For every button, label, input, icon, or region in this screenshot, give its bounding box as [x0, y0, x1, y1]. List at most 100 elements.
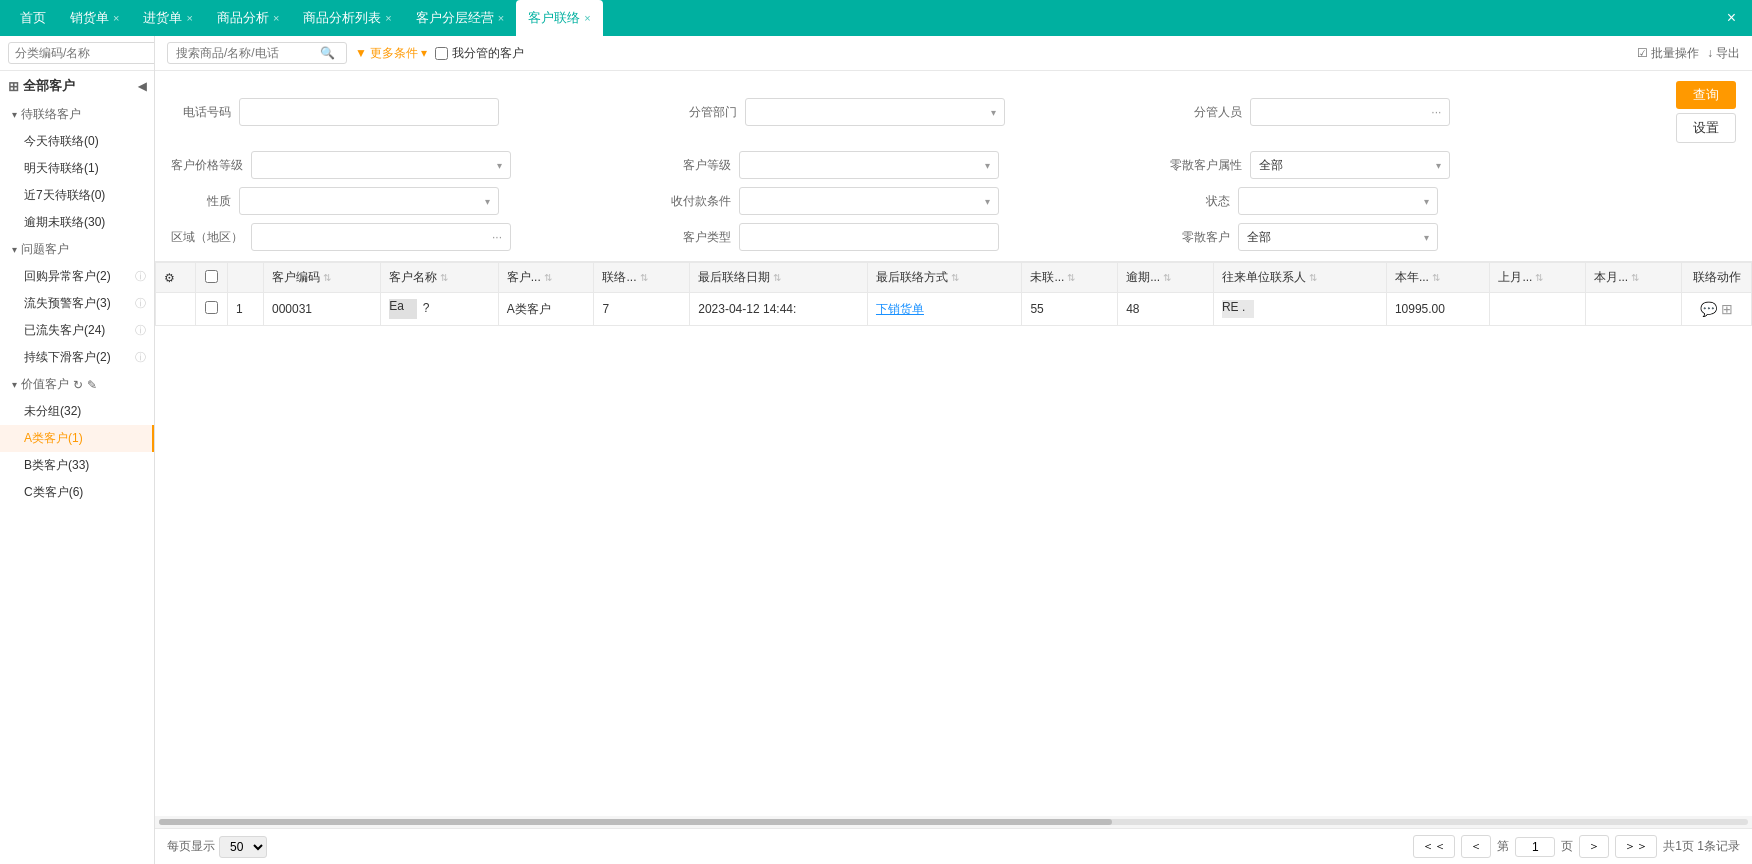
sidebar-item-class-b[interactable]: B类客户(33) — [0, 452, 154, 479]
my-customer-checkbox[interactable]: 我分管的客户 — [435, 45, 524, 62]
sidebar-item-7days[interactable]: 近7天待联络(0) — [0, 182, 154, 209]
sidebar-item-abnormal-repurchase[interactable]: 回购异常客户(2) ⓘ — [0, 263, 154, 290]
sidebar-item-churned[interactable]: 已流失客户(24) ⓘ — [0, 317, 154, 344]
sidebar-search-input[interactable] — [8, 42, 155, 64]
filter-phone-label: 电话号码 — [171, 104, 231, 121]
nav-sales[interactable]: 销货单 × — [58, 0, 131, 36]
problem-customers-group[interactable]: ▾ 问题客户 — [0, 236, 154, 263]
select-all-checkbox[interactable] — [205, 270, 218, 283]
page-first-btn[interactable]: ＜＜ — [1413, 835, 1455, 858]
th-contact-count[interactable]: 联络... ⇅ — [594, 263, 690, 293]
info-icon-3: ⓘ — [135, 323, 146, 338]
dots-icon[interactable]: ··· — [1431, 105, 1441, 119]
query-button[interactable]: 查询 — [1676, 81, 1736, 109]
filter-retail-attr-select[interactable]: 全部 ▾ — [1250, 151, 1450, 179]
sidebar-item-churn-warning[interactable]: 流失预警客户(3) ⓘ — [0, 290, 154, 317]
th-customer-type-label: 客户... — [507, 269, 541, 286]
settings-icon[interactable]: ⚙ — [164, 271, 175, 285]
filter-dept-label: 分管部门 — [677, 104, 737, 121]
filter-retail-select[interactable]: 全部 ▾ — [1238, 223, 1438, 251]
qr-icon[interactable]: ⊞ — [1721, 301, 1733, 317]
filter-customer-type: 客户类型 — [671, 223, 1147, 251]
value-customers-group[interactable]: ▾ 价值客户 ↻ ✎ — [0, 371, 154, 398]
horizontal-scrollbar[interactable] — [155, 816, 1752, 828]
setting-button[interactable]: 设置 — [1676, 113, 1736, 143]
pending-contact-group[interactable]: ▾ 待联络客户 — [0, 101, 154, 128]
sidebar-item-class-a[interactable]: A类客户(1) — [0, 425, 154, 452]
sort-icon-9: ⇅ — [1309, 272, 1317, 283]
nav-customer-tier[interactable]: 客户分层经营 × — [404, 0, 516, 36]
page-prev-btn[interactable]: ＜ — [1461, 835, 1491, 858]
nav-purchase[interactable]: 进货单 × — [131, 0, 204, 36]
refresh-icon[interactable]: ↻ — [73, 378, 83, 392]
edit-icon[interactable]: ✎ — [87, 378, 97, 392]
sidebar-item-today[interactable]: 今天待联络(0) — [0, 128, 154, 155]
all-customers-header[interactable]: ⊞ 全部客户 ◀ — [0, 71, 154, 101]
filter-nature-select[interactable]: ▾ — [239, 187, 499, 215]
export-btn[interactable]: ↓ 导出 — [1707, 45, 1740, 62]
th-this-year-label: 本年... — [1395, 269, 1429, 286]
collapse-icon[interactable]: ◀ — [138, 80, 146, 93]
th-this-year[interactable]: 本年... ⇅ — [1386, 263, 1490, 293]
th-no-contact[interactable]: 未联... ⇅ — [1022, 263, 1118, 293]
nav-customer-tier-close[interactable]: × — [498, 12, 504, 24]
batch-op-btn[interactable]: ☑ 批量操作 — [1637, 45, 1699, 62]
filter-dept-select[interactable]: ▾ — [745, 98, 1005, 126]
sidebar-item-declining[interactable]: 持续下滑客户(2) ⓘ — [0, 344, 154, 371]
th-checkbox[interactable] — [196, 263, 228, 293]
sidebar-item-ungrouped[interactable]: 未分组(32) — [0, 398, 154, 425]
td-last-contact-method[interactable]: 下销货单 — [867, 293, 1021, 326]
nav-product-analysis[interactable]: 商品分析 × — [205, 0, 291, 36]
nav-purchase-close[interactable]: × — [186, 12, 192, 24]
nav-home[interactable]: 首页 — [8, 0, 58, 36]
th-customer-name[interactable]: 客户名称 ⇅ — [381, 263, 498, 293]
th-customer-type[interactable]: 客户... ⇅ — [498, 263, 594, 293]
toolbar-search-icon[interactable]: 🔍 — [320, 46, 335, 60]
th-company-contact-label: 往来单位联系人 — [1222, 269, 1306, 286]
filter-manager-select[interactable]: ··· — [1250, 98, 1450, 126]
sidebar-item-class-c[interactable]: C类客户(6) — [0, 479, 154, 506]
th-settings[interactable]: ⚙ — [156, 263, 196, 293]
nav-product-analysis-close[interactable]: × — [273, 12, 279, 24]
th-last-month[interactable]: 上月... ⇅ — [1490, 263, 1586, 293]
nav-customer-contact[interactable]: 客户联络 × — [516, 0, 602, 36]
row-checkbox[interactable] — [205, 301, 218, 314]
th-overdue[interactable]: 逾期... ⇅ — [1118, 263, 1214, 293]
sidebar-item-tomorrow[interactable]: 明天待联络(1) — [0, 155, 154, 182]
th-last-contact-date[interactable]: 最后联络日期 ⇅ — [690, 263, 868, 293]
filter-btn[interactable]: ▼ 更多条件 ▾ — [355, 45, 427, 62]
nav-close-all[interactable]: × — [1719, 5, 1744, 31]
th-last-contact-date-label: 最后联络日期 — [698, 269, 770, 286]
th-last-contact-method[interactable]: 最后联络方式 ⇅ — [867, 263, 1021, 293]
toolbar-search-input[interactable] — [176, 46, 316, 60]
sort-icon-3: ⇅ — [544, 272, 552, 283]
td-checkbox[interactable] — [196, 293, 228, 326]
sidebar-item-overdue[interactable]: 逾期未联络(30) — [0, 209, 154, 236]
message-icon[interactable]: 💬 — [1700, 301, 1717, 317]
filter-status-select[interactable]: ▾ — [1238, 187, 1438, 215]
scrollbar-thumb[interactable] — [159, 819, 1112, 825]
nav-sales-close[interactable]: × — [113, 12, 119, 24]
filter-phone-input[interactable] — [239, 98, 499, 126]
th-this-month[interactable]: 本月... ⇅ — [1586, 263, 1682, 293]
filter-price-level-select[interactable]: ▾ — [251, 151, 511, 179]
grid-icon: ⊞ — [8, 79, 19, 94]
filter-customer-type-select[interactable] — [739, 223, 999, 251]
filter-payment-select[interactable]: ▾ — [739, 187, 999, 215]
filter-price-level: 客户价格等级 ▾ — [171, 151, 647, 179]
page-input[interactable] — [1515, 837, 1555, 857]
filter-region-select[interactable]: ··· — [251, 223, 511, 251]
nav-product-list-close[interactable]: × — [385, 12, 391, 24]
my-customer-check-input[interactable] — [435, 47, 448, 60]
th-customer-code[interactable]: 客户编码 ⇅ — [264, 263, 381, 293]
page-last-btn[interactable]: ＞＞ — [1615, 835, 1657, 858]
filter-customer-level-select[interactable]: ▾ — [739, 151, 999, 179]
per-page-select[interactable]: 50 — [219, 836, 267, 858]
td-customer-code[interactable]: 000031 — [264, 293, 381, 326]
dots-icon-2[interactable]: ··· — [492, 230, 502, 244]
nav-customer-contact-close[interactable]: × — [584, 12, 590, 24]
td-customer-name[interactable]: Ea ? — [381, 293, 498, 326]
page-next-btn[interactable]: ＞ — [1579, 835, 1609, 858]
th-company-contact[interactable]: 往来单位联系人 ⇅ — [1213, 263, 1386, 293]
nav-product-list[interactable]: 商品分析列表 × — [291, 0, 403, 36]
